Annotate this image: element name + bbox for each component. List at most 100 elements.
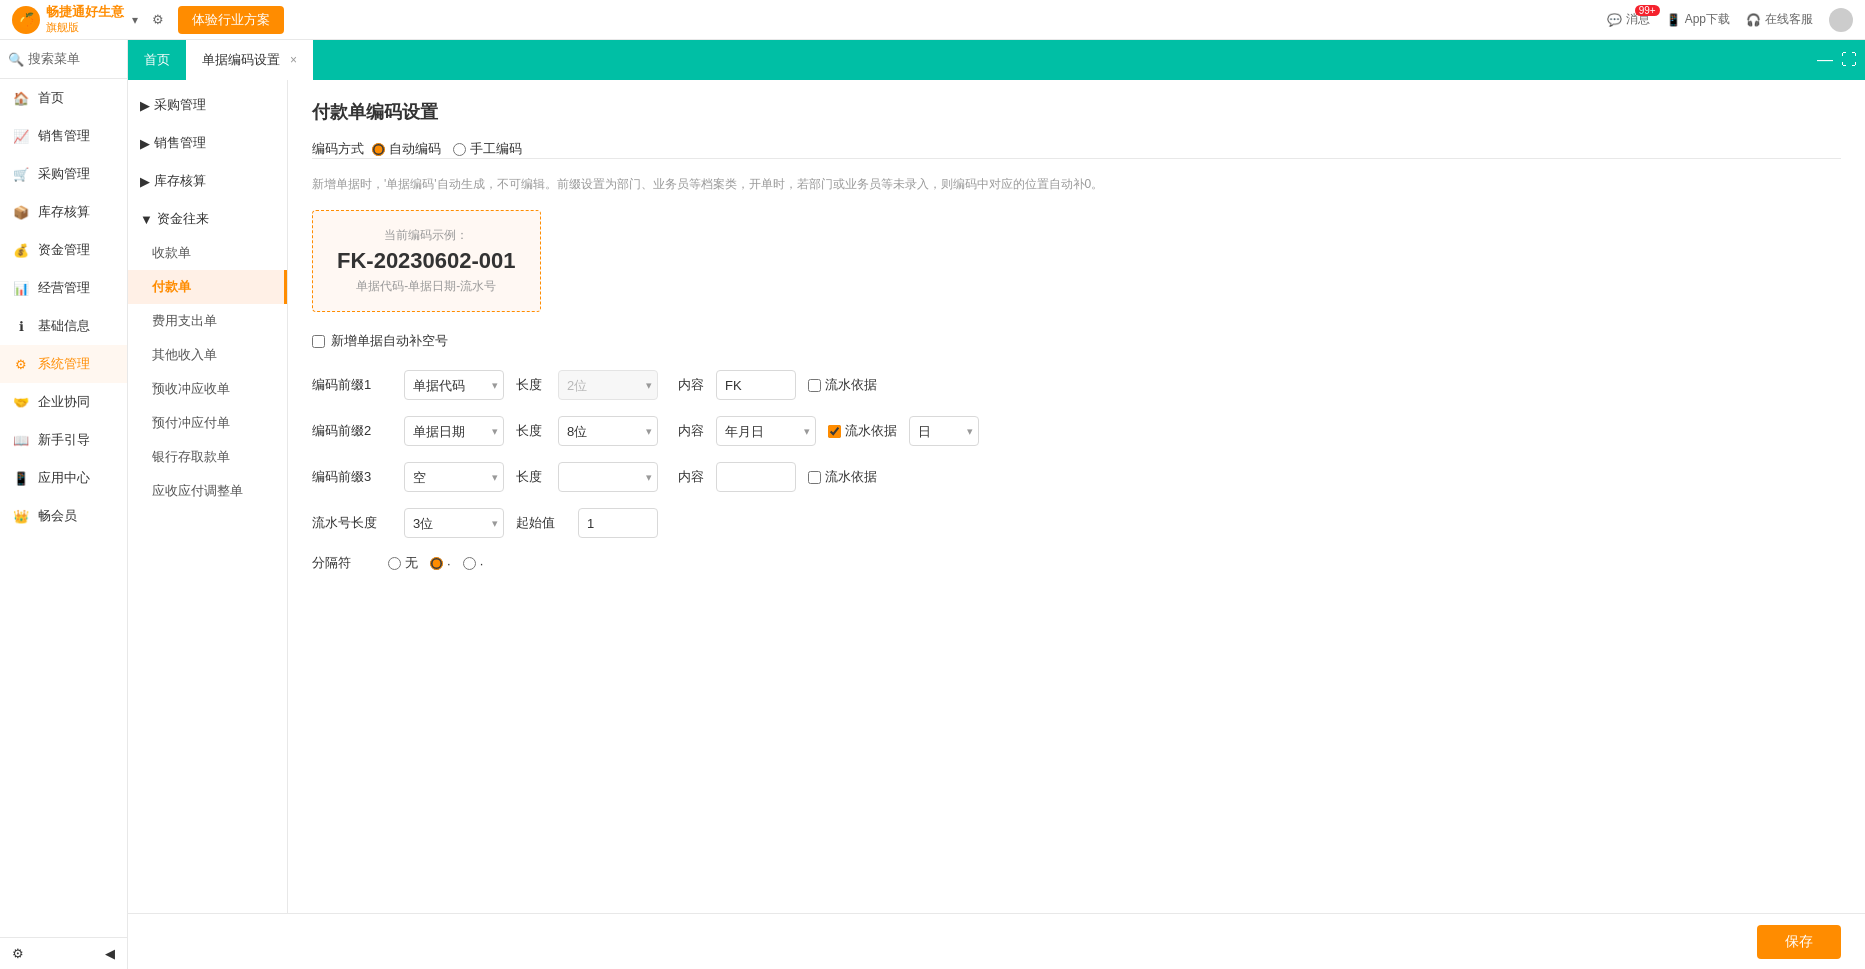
prefix2-select-wrapper: 单据日期 单据代码 空	[404, 416, 504, 446]
save-button[interactable]: 保存	[1757, 925, 1841, 959]
trial-button[interactable]: 体验行业方案	[178, 6, 284, 34]
serial-row: 流水号长度 3位 4位 5位 6位 起始值	[312, 508, 1841, 538]
second-sidebar-item-other-income[interactable]: 其他收入单	[128, 338, 287, 372]
sep-dot-label[interactable]: ·	[430, 556, 451, 571]
group-capital-label: 资金往来	[157, 210, 209, 228]
sidebar-label-system: 系统管理	[38, 355, 90, 373]
flow3-checkbox[interactable]	[808, 471, 821, 484]
logo-icon: 🍊	[12, 6, 40, 34]
collapse-icon[interactable]: ◀	[105, 946, 115, 961]
tab-home[interactable]: 首页	[128, 40, 186, 80]
tab-current[interactable]: 单据编码设置 ×	[186, 40, 313, 80]
start-value-input[interactable]	[578, 508, 658, 538]
sidebar-item-inventory[interactable]: 📦 库存核算	[0, 193, 127, 231]
content3-input[interactable]	[716, 462, 796, 492]
serial-length-select[interactable]: 3位 4位 5位 6位	[404, 508, 504, 538]
second-sidebar-item-adjustment[interactable]: 应收应付调整单	[128, 474, 287, 508]
nav-dropdown[interactable]: ▾	[132, 13, 138, 27]
user-avatar[interactable]	[1829, 8, 1853, 32]
length3-select-wrapper	[558, 462, 658, 492]
sidebar-item-home[interactable]: 🏠 首页	[0, 79, 127, 117]
second-sidebar-item-prepay-payable[interactable]: 预付冲应付单	[128, 406, 287, 440]
sep-none-label[interactable]: 无	[388, 554, 418, 572]
second-sidebar-item-payment[interactable]: 付款单	[128, 270, 287, 304]
flow2-cycle-wrapper: 日 月 年	[909, 416, 979, 446]
flow3-checkbox-label[interactable]: 流水依据	[808, 468, 877, 486]
sidebar-item-operation[interactable]: 📊 经营管理	[0, 269, 127, 307]
sidebar-item-system[interactable]: ⚙ 系统管理	[0, 345, 127, 383]
system-icon: ⚙	[12, 355, 30, 373]
length2-select-wrapper: 8位 4位 6位	[558, 416, 658, 446]
content1-input[interactable]	[716, 370, 796, 400]
sidebar-item-purchase[interactable]: 🛒 采购管理	[0, 155, 127, 193]
purchase-icon: 🛒	[12, 165, 30, 183]
group-purchase-label: 采购管理	[154, 96, 206, 114]
prefix1-select[interactable]: 单据代码 单据日期 空	[404, 370, 504, 400]
purchase-arrow-icon: ▶	[140, 98, 150, 113]
second-sidebar-item-expense[interactable]: 费用支出单	[128, 304, 287, 338]
finance-icon: 💰	[12, 241, 30, 259]
auto-fill-checkbox[interactable]	[312, 335, 325, 348]
tab-bar-right: — ⛶	[1817, 51, 1865, 69]
sep-none-radio[interactable]	[388, 557, 401, 570]
top-bar: 🍊 畅捷通好生意 旗舰版 ▾ ⚙ 体验行业方案 💬 消息 99+ 📱 App下载…	[0, 0, 1865, 40]
second-sidebar-item-prepay-receivable[interactable]: 预收冲应收单	[128, 372, 287, 406]
message-button[interactable]: 💬 消息 99+	[1607, 11, 1650, 28]
tab-maximize-icon[interactable]: ⛶	[1841, 51, 1857, 69]
sidebar-item-vip[interactable]: 👑 畅会员	[0, 497, 127, 535]
sidebar-item-enterprise[interactable]: 🤝 企业协同	[0, 383, 127, 421]
sep-none-text: 无	[405, 554, 418, 572]
sep-dot-radio[interactable]	[430, 557, 443, 570]
settings-icon-btn[interactable]: ⚙	[144, 6, 172, 34]
prefix3-select[interactable]: 空 单据代码 单据日期	[404, 462, 504, 492]
sidebar-item-finance[interactable]: 💰 资金管理	[0, 231, 127, 269]
group-inventory-title[interactable]: ▶ 库存核算	[128, 164, 287, 198]
sidebar-item-apps[interactable]: 📱 应用中心	[0, 459, 127, 497]
top-bar-left: 🍊 畅捷通好生意 旗舰版 ▾ ⚙ 体验行业方案	[12, 4, 284, 35]
tab-minimize-icon[interactable]: —	[1817, 51, 1833, 69]
preview-code: FK-20230602-001	[337, 248, 516, 274]
capital-arrow-icon: ▼	[140, 212, 153, 227]
auto-encode-radio[interactable]: 自动编码	[372, 140, 441, 158]
content2-select[interactable]: 年月日 年月 年	[716, 416, 816, 446]
manual-encode-radio[interactable]: 手工编码	[453, 140, 522, 158]
sidebar-label-guide: 新手引导	[38, 431, 90, 449]
flow1-checkbox-label[interactable]: 流水依据	[808, 376, 877, 394]
second-sidebar-item-bank[interactable]: 银行存取款单	[128, 440, 287, 474]
flow1-checkbox[interactable]	[808, 379, 821, 392]
sidebar-search[interactable]: 🔍 搜索菜单	[0, 40, 127, 79]
group-sales: ▶ 销售管理	[128, 126, 287, 160]
sidebar-label-enterprise: 企业协同	[38, 393, 90, 411]
service-icon: 🎧	[1746, 13, 1761, 27]
group-capital-title[interactable]: ▼ 资金往来	[128, 202, 287, 236]
page-title: 付款单编码设置	[312, 100, 1841, 124]
separator-radio-group: 无 · ·	[388, 554, 483, 572]
length1-label: 长度	[516, 376, 546, 394]
sep-dot2-label[interactable]: ·	[463, 556, 484, 571]
prefix-row-2: 编码前缀2 单据日期 单据代码 空 长度 8位 4位 6位	[312, 416, 1841, 446]
sep-dot2-radio[interactable]	[463, 557, 476, 570]
flow2-checkbox-label[interactable]: 流水依据	[828, 422, 897, 440]
app-label: App下载	[1685, 11, 1730, 28]
settings-bottom-icon[interactable]: ⚙	[12, 946, 24, 961]
prefix2-select[interactable]: 单据日期 单据代码 空	[404, 416, 504, 446]
sidebar-item-basic[interactable]: ℹ 基础信息	[0, 307, 127, 345]
tab-close-icon[interactable]: ×	[290, 53, 297, 67]
sidebar-item-sales[interactable]: 📈 销售管理	[0, 117, 127, 155]
app-download-button[interactable]: 📱 App下载	[1666, 11, 1730, 28]
sidebar-item-guide[interactable]: 📖 新手引导	[0, 421, 127, 459]
tab-home-label: 首页	[144, 51, 170, 69]
length2-select[interactable]: 8位 4位 6位	[558, 416, 658, 446]
sidebar-label-vip: 畅会员	[38, 507, 77, 525]
online-service-button[interactable]: 🎧 在线客服	[1746, 11, 1813, 28]
second-sidebar-item-receipts[interactable]: 收款单	[128, 236, 287, 270]
manual-encode-input[interactable]	[453, 143, 466, 156]
length3-select[interactable]	[558, 462, 658, 492]
group-purchase-title[interactable]: ▶ 采购管理	[128, 88, 287, 122]
auto-encode-input[interactable]	[372, 143, 385, 156]
sales-arrow-icon: ▶	[140, 136, 150, 151]
flow2-checkbox[interactable]	[828, 425, 841, 438]
vip-icon: 👑	[12, 507, 30, 525]
flow2-cycle-select[interactable]: 日 月 年	[909, 416, 979, 446]
group-sales-title[interactable]: ▶ 销售管理	[128, 126, 287, 160]
